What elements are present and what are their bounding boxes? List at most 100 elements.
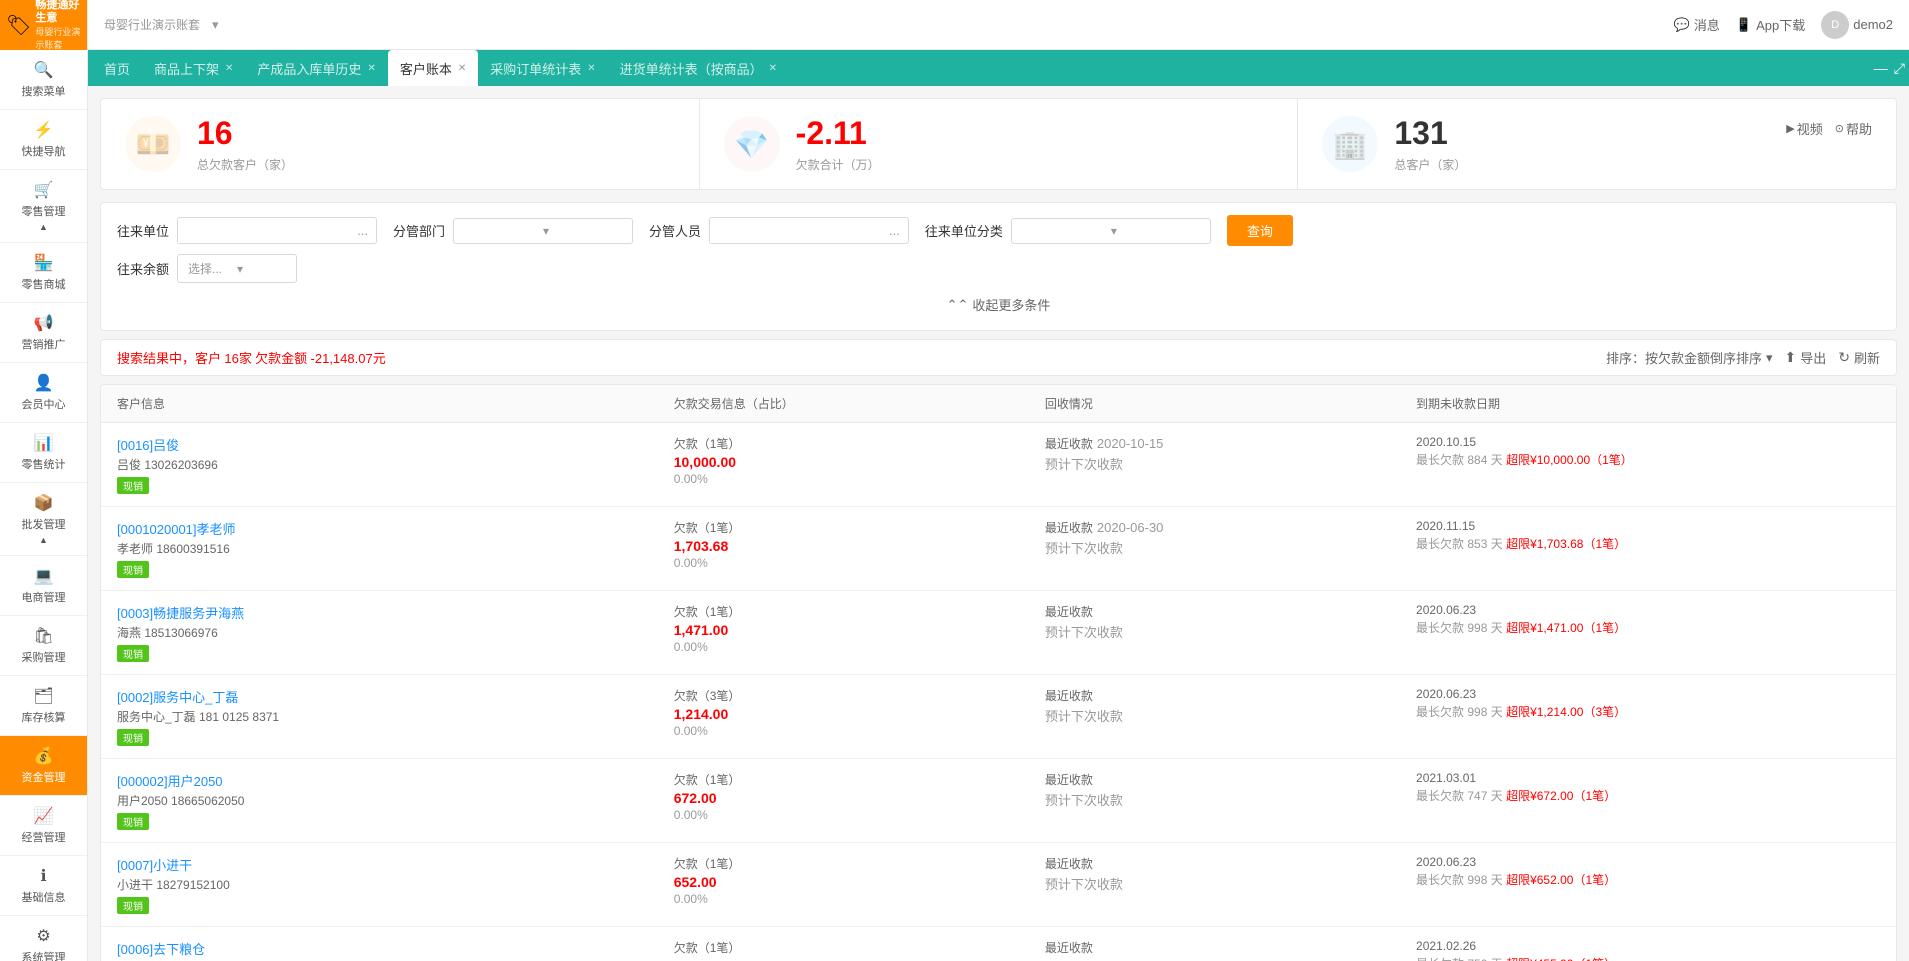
debt-amount[interactable]: 1,471.00 (674, 622, 1045, 638)
nav-icon: 🛒 (34, 180, 54, 200)
sidebar-item-营销推广[interactable]: 📢营销推广 (0, 303, 87, 363)
user-area[interactable]: D demo2 (1821, 11, 1893, 39)
dept-arrow-icon: ▾ (543, 224, 622, 238)
refresh-label: 刷新 (1854, 348, 1880, 367)
overdue-link[interactable]: 超限¥1,214.00（3笔） (1506, 705, 1626, 719)
overdue-link[interactable]: 超限¥652.00（1笔） (1506, 873, 1616, 887)
due-date: 2020.06.23 (1416, 855, 1880, 869)
sidebar-item-会员中心[interactable]: 👤会员中心 (0, 363, 87, 423)
tab-采购订单统计表[interactable]: 采购订单统计表 ✕ (478, 50, 607, 86)
debt-amount[interactable]: 652.00 (674, 874, 1045, 890)
unit-class-select[interactable]: ▾ (1011, 218, 1211, 244)
sort-dropdown[interactable]: 排序：按欠款金额倒序排序 ▾ (1606, 348, 1773, 367)
customer-name[interactable]: [000002]用户2050 (117, 771, 674, 790)
message-btn[interactable]: 💬 消息 (1674, 15, 1720, 34)
tab-label: 首页 (104, 59, 130, 78)
video-link[interactable]: ▶ 视频 (1786, 119, 1822, 138)
stat-value-debt-total: -2.11 (796, 115, 880, 152)
due-date: 2021.03.01 (1416, 771, 1880, 785)
customer-name[interactable]: [0003]畅捷服务尹海燕 (117, 603, 674, 622)
tab-close-icon[interactable]: ✕ (769, 63, 777, 74)
overdue-link[interactable]: 超限¥455.90（1笔） (1506, 957, 1616, 961)
overdue-link[interactable]: 超限¥1,471.00（1笔） (1506, 621, 1626, 635)
debt-amount[interactable]: 1,214.00 (674, 706, 1045, 722)
app-name: 畅捷通好生意 (35, 0, 81, 25)
tab-label: 产成品入库单历史 (257, 59, 361, 78)
balance-select[interactable]: 选择... ▾ (177, 254, 297, 283)
tab-close-icon[interactable]: ✕ (225, 63, 233, 74)
customer-name[interactable]: [0016]吕俊 (117, 435, 674, 454)
sidebar-item-库存核算[interactable]: 🗂库存核算 (0, 676, 87, 736)
source-unit-dots-btn[interactable]: ... (349, 218, 376, 243)
overdue-link[interactable]: 超限¥672.00（1笔） (1506, 789, 1616, 803)
debt-amount[interactable]: 1,703.68 (674, 538, 1045, 554)
sort-arrow-icon: ▾ (1766, 350, 1773, 366)
tab-label: 进货单统计表（按商品） (620, 59, 763, 78)
tab-客户账本[interactable]: 客户账本 ✕ (388, 50, 478, 86)
debt-ratio: 0.00% (674, 892, 1045, 906)
overdue-link[interactable]: 超限¥1,703.68（1笔） (1506, 537, 1626, 551)
refresh-btn[interactable]: ↻ 刷新 (1838, 348, 1880, 367)
tab-首页[interactable]: 首页 (92, 50, 142, 86)
debt-amount[interactable]: 10,000.00 (674, 454, 1045, 470)
tab-label: 采购订单统计表 (490, 59, 581, 78)
customer-name[interactable]: [0002]服务中心_丁磊 (117, 687, 674, 706)
nav-icon: 📦 (34, 493, 54, 513)
app-download-btn[interactable]: 📱 App下载 (1736, 15, 1805, 34)
debt-info-cell: 欠款（1笔） 455.90 0.00% (674, 939, 1045, 961)
tab-产成品入库单历史[interactable]: 产成品入库单历史 ✕ (245, 50, 387, 86)
source-unit-text-input[interactable] (178, 219, 349, 243)
overdue-link[interactable]: 超限¥10,000.00（1笔） (1506, 453, 1633, 467)
sidebar-item-零售管理[interactable]: 🛒零售管理▲ (0, 170, 87, 243)
sidebar-item-资金管理[interactable]: 💰资金管理 (0, 736, 87, 796)
tab-close-icon[interactable]: ✕ (587, 63, 595, 74)
sidebar-item-批发管理[interactable]: 📦批发管理▲ (0, 483, 87, 556)
source-unit-input[interactable]: ... (177, 217, 377, 244)
stat-icon-building: 🏢 (1322, 116, 1378, 172)
person-filter: 分管人员 ... (649, 217, 909, 244)
stat-card-debt-total: 💎 -2.11 欠款合计（万） (700, 99, 1299, 189)
topbar: 母婴行业演示账套 ▾ 💬 消息 📱 App下载 D demo2 (88, 0, 1909, 50)
app-subtitle: 母婴行业演示账套 (35, 25, 81, 51)
sidebar-item-电商管理[interactable]: 💻电商管理 (0, 556, 87, 616)
nav-icon: 🔍 (34, 60, 54, 80)
username: demo2 (1853, 17, 1893, 32)
tab-close-icon[interactable]: ✕ (367, 63, 375, 74)
overdue-days: 最长欠款 853 天 超限¥1,703.68（1笔） (1416, 535, 1880, 552)
sidebar-item-经营管理[interactable]: 📈经营管理 (0, 796, 87, 856)
person-label: 分管人员 (649, 221, 701, 240)
customer-info-cell: [0001020001]孝老师 孝老师 18600391516 现销 (117, 519, 674, 578)
sidebar-item-零售商城[interactable]: 🏪零售商城 (0, 243, 87, 303)
table-header: 客户信息欠款交易信息（占比）回收情况到期未收款日期 (101, 385, 1896, 423)
sidebar-item-快捷导航[interactable]: ⚡快捷导航 (0, 110, 87, 170)
sidebar-item-零售统计[interactable]: 📊零售统计 (0, 423, 87, 483)
tab-进货单统计表（按商品）[interactable]: 进货单统计表（按商品） ✕ (608, 50, 789, 86)
table-header-col: 回收情况 (1045, 395, 1416, 412)
collapse-btn[interactable]: ⌃⌃ 收起更多条件 (943, 291, 1055, 318)
sidebar-item-系统管理[interactable]: ⚙系统管理 (0, 916, 87, 961)
customer-name[interactable]: [0007]小进干 (117, 855, 674, 874)
search-button[interactable]: 查询 (1227, 215, 1293, 246)
result-bar: 搜索结果中，客户 16家 欠款金额 -21,148.07元 排序：按欠款金额倒序… (100, 339, 1897, 376)
person-text-input[interactable] (710, 219, 881, 243)
tab-商品上下架[interactable]: 商品上下架✕ (142, 50, 245, 86)
result-text: 搜索结果中，客户 (117, 351, 221, 366)
dept-select[interactable]: ▾ (453, 218, 633, 244)
stat-value-total-customers: 131 (1394, 115, 1466, 152)
customer-name[interactable]: [0006]去下粮仓 (117, 939, 674, 958)
customer-info-cell: [0002]服务中心_丁磊 服务中心_丁磊 181 0125 8371 现销 (117, 687, 674, 746)
debt-amount[interactable]: 672.00 (674, 790, 1045, 806)
tab-close-icon[interactable]: ✕ (458, 63, 466, 74)
tab-minimize-btn[interactable]: — (1874, 60, 1888, 77)
sidebar-item-搜索菜单[interactable]: 🔍搜索菜单 (0, 50, 87, 110)
tab-expand-btn[interactable]: ⤢ (1894, 60, 1905, 77)
sidebar-item-采购管理[interactable]: 🛍采购管理 (0, 616, 87, 676)
person-input[interactable]: ... (709, 217, 909, 244)
person-dots-btn[interactable]: ... (881, 218, 908, 243)
export-btn[interactable]: ⬆ 导出 (1785, 348, 1827, 367)
sidebar-item-基础信息[interactable]: ℹ基础信息 (0, 856, 87, 916)
due-date-cell: 2020.06.23 最长欠款 998 天 超限¥1,214.00（3笔） (1416, 687, 1880, 720)
customer-name[interactable]: [0001020001]孝老师 (117, 519, 674, 538)
tab-label: 客户账本 (400, 59, 452, 78)
help-link[interactable]: ⊙ 帮助 (1835, 119, 1872, 138)
